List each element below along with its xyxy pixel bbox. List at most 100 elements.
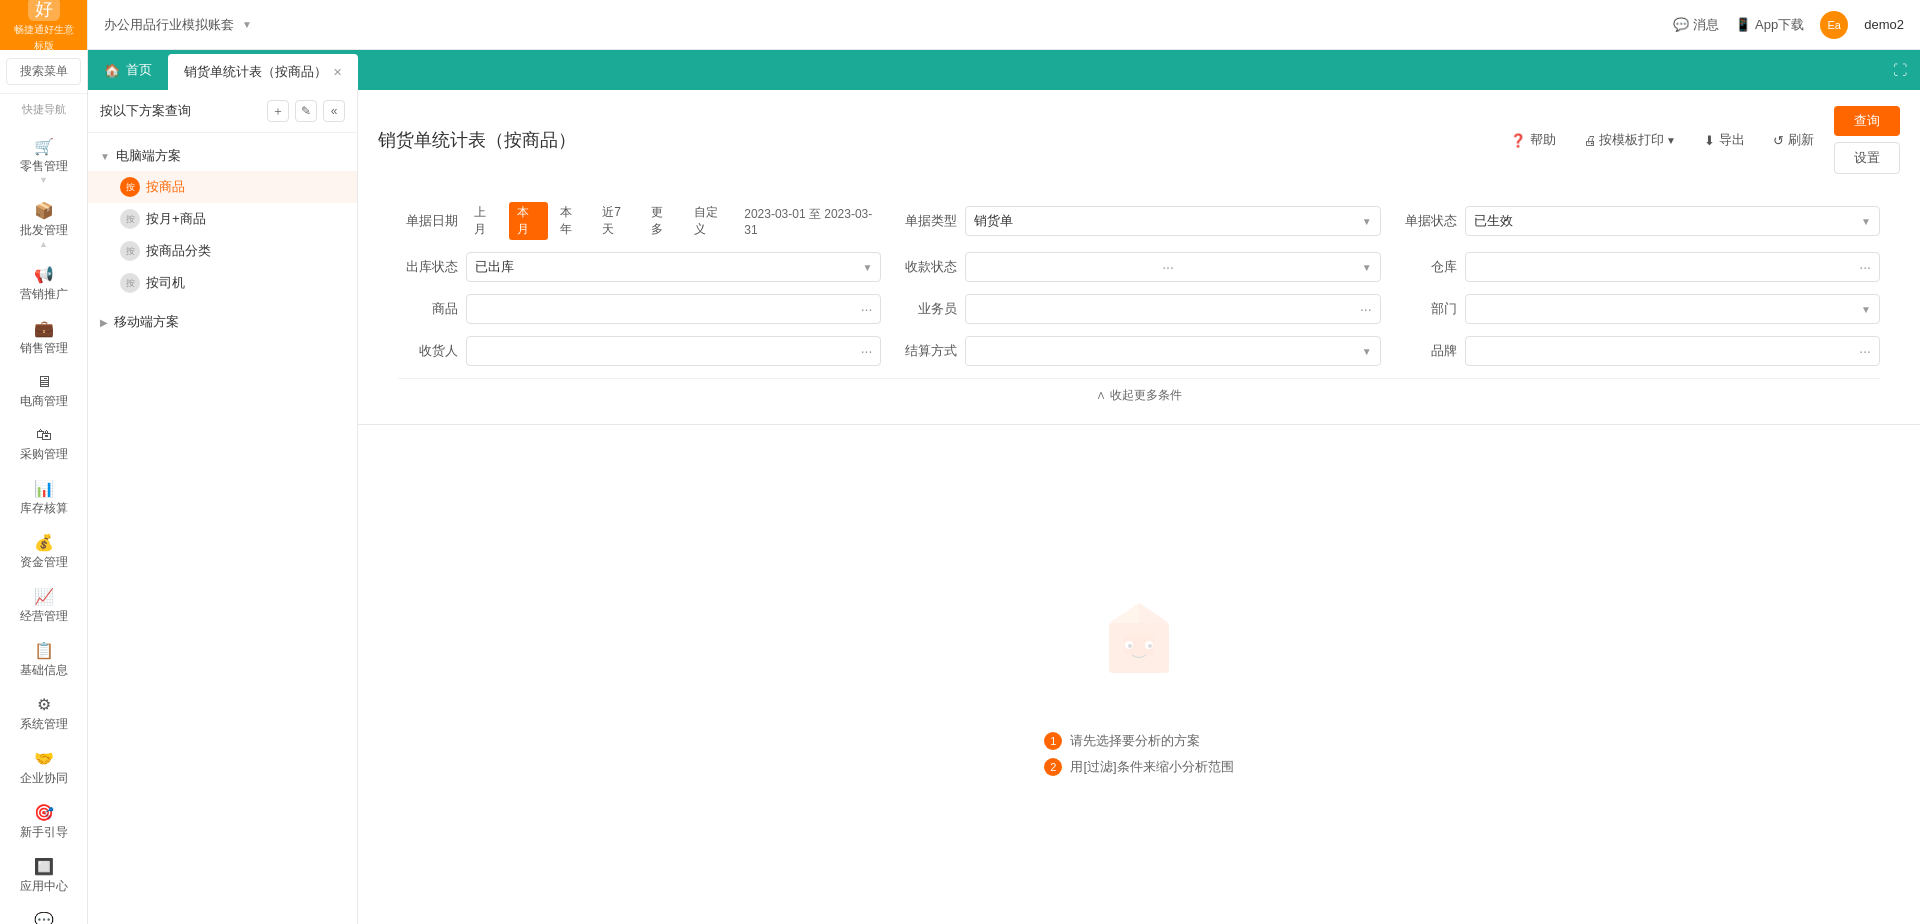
app-download-btn[interactable]: 📱 App下载 [1735,16,1804,34]
empty-state: 1 请先选择要分析的方案 2 用[过滤]条件来缩小分析范围 [358,425,1920,924]
collapse-btn[interactable]: ∧ 收起更多条件 [398,378,1880,412]
warehouse-dots[interactable]: ··· [1859,259,1871,275]
refresh-btn[interactable]: ↺ 刷新 [1765,127,1822,153]
home-label: 首页 [126,61,152,79]
shortcut-last-month[interactable]: 上月 [466,202,505,240]
tree-item-by-driver[interactable]: 按 按司机 [88,267,357,299]
collapse-panel-btn[interactable]: « [323,100,345,122]
sidebar-item-enterprise[interactable]: 🤝 企业协同 [0,741,87,795]
sidebar-item-inventory[interactable]: 📊 库存核算 [0,471,87,525]
tree-parent-mobile[interactable]: ▶ 移动端方案 [88,307,357,337]
app-logo[interactable]: 好 畅捷通好生意 标版 [0,0,87,50]
sidebar-item-ecommerce[interactable]: 🖥 电商管理 [0,365,87,418]
payment-status-dots[interactable]: ··· [1162,259,1174,275]
tab-close-btn[interactable]: ✕ [333,66,342,79]
message-icon: 💬 [1673,17,1689,32]
shortcut-this-year[interactable]: 本年 [552,202,591,240]
department-input[interactable]: ▼ [1465,294,1880,324]
sidebar-item-retail[interactable]: 🛒 零售管理 ▼ [0,129,87,193]
svg-marker-2 [1139,603,1169,623]
inventory-icon: 📊 [34,479,54,498]
department-label: 部门 [1397,300,1457,318]
shortcut-custom[interactable]: 自定义 [686,202,736,240]
user-name[interactable]: demo2 [1864,17,1904,32]
warehouse-status-input[interactable]: 已出库 ▼ [466,252,881,282]
brand-dots[interactable]: ··· [1859,343,1871,359]
export-btn[interactable]: ⬇ 导出 [1696,127,1753,153]
tip-text-1: 请先选择要分析的方案 [1070,732,1200,750]
sidebar-item-operations[interactable]: 📈 经营管理 [0,579,87,633]
refresh-label: 刷新 [1788,131,1814,149]
sidebar-item-finance[interactable]: 💰 资金管理 [0,525,87,579]
tree-item-by-product[interactable]: 按 按商品 [88,171,357,203]
search-menu-btn[interactable]: 搜索菜单 [6,58,81,85]
warehouse-filter-item: 仓库 ··· [1397,252,1880,282]
tree-parent-desktop[interactable]: ▼ 电脑端方案 [88,141,357,171]
receiver-dots[interactable]: ··· [861,343,873,359]
top-header: 办公用品行业模拟账套 ▼ 💬 消息 📱 App下载 Ea demo2 [88,0,1920,50]
by-product-icon: 按 [120,177,140,197]
shortcut-this-month[interactable]: 本月 [509,202,548,240]
mobile-arrow-icon: ▶ [100,317,108,328]
sidebar-item-purchase[interactable]: 🛍 采购管理 [0,418,87,471]
doc-status-input[interactable]: 已生效 ▼ [1465,206,1880,236]
doc-type-input[interactable]: 销货单 ▼ [965,206,1380,236]
tab-expand-btn[interactable]: ⛶ [1880,50,1920,90]
salesperson-dots[interactable]: ··· [1360,301,1372,317]
desktop-section-label: 电脑端方案 [116,147,181,165]
receiver-input[interactable]: ··· [466,336,881,366]
empty-svg [1079,573,1199,693]
filter-row-1: 单据日期 上月 本月 本年 近7天 更多 自定义 20 [398,202,1880,240]
department-chevron-icon: ▼ [1861,304,1871,315]
apps-label: 应用中心 [20,878,68,895]
sidebar-item-newbie[interactable]: 🎯 新手引导 [0,795,87,849]
tab-home[interactable]: 🏠 首页 [88,50,168,90]
shortcut-more[interactable]: 更多 [643,202,682,240]
wholesale-icon: 📦 [34,201,54,220]
sidebar-item-wechat[interactable]: 💬 企业微信 [0,903,87,924]
wechat-icon: 💬 [34,911,54,924]
doc-status-label: 单据状态 [1397,212,1457,230]
salesperson-label: 业务员 [897,300,957,318]
tree-item-by-month-product[interactable]: 按 按月+商品 [88,203,357,235]
sidebar-item-sales[interactable]: 💼 销售管理 [0,311,87,365]
by-driver-label: 按司机 [146,274,185,292]
system-label: 系统管理 [20,716,68,733]
settings-btn[interactable]: 设置 [1834,142,1900,174]
basics-icon: 📋 [34,641,54,660]
sidebar-item-apps[interactable]: 🔲 应用中心 [0,849,87,903]
dropdown-arrow-icon: ▼ [242,19,252,30]
sidebar-item-marketing[interactable]: 📢 营销推广 [0,257,87,311]
sidebar-item-wholesale[interactable]: 📦 批发管理 ▲ [0,193,87,257]
sidebar-item-basics[interactable]: 📋 基础信息 [0,633,87,687]
add-scheme-btn[interactable]: ＋ [267,100,289,122]
tree-item-by-category[interactable]: 按 按商品分类 [88,235,357,267]
retail-arrow: ▼ [39,175,48,185]
payment-status-input[interactable]: ··· ▼ [965,252,1380,282]
user-avatar[interactable]: Ea [1820,11,1848,39]
tab-sales-label: 销货单统计表（按商品） [184,63,327,81]
salesperson-input[interactable]: ··· [965,294,1380,324]
product-dots[interactable]: ··· [861,301,873,317]
brand-input[interactable]: ··· [1465,336,1880,366]
app-download-label: App下载 [1755,16,1804,34]
left-panel-title: 按以下方案查询 [100,102,191,120]
help-btn[interactable]: ❓ 帮助 [1502,127,1564,153]
finance-label: 资金管理 [20,554,68,571]
edit-scheme-btn[interactable]: ✎ [295,100,317,122]
print-btn[interactable]: 🖨 按模板打印 ▼ [1576,127,1684,153]
sales-icon: 💼 [34,319,54,338]
warehouse-input[interactable]: ··· [1465,252,1880,282]
sidebar-item-system[interactable]: ⚙ 系统管理 [0,687,87,741]
department-filter-item: 部门 ▼ [1397,294,1880,324]
warehouse-status-filter-item: 出库状态 已出库 ▼ [398,252,881,282]
left-panel-header: 按以下方案查询 ＋ ✎ « [88,90,357,133]
payment-method-input[interactable]: ▼ [965,336,1380,366]
message-btn[interactable]: 💬 消息 [1673,16,1719,34]
tab-sales-stat[interactable]: 销货单统计表（按商品） ✕ [168,54,358,90]
payment-method-label: 结算方式 [897,342,957,360]
query-btn[interactable]: 查询 [1834,106,1900,136]
shortcut-7days[interactable]: 近7天 [594,202,639,240]
logo-icon: 好 [28,0,60,21]
product-input[interactable]: ··· [466,294,881,324]
